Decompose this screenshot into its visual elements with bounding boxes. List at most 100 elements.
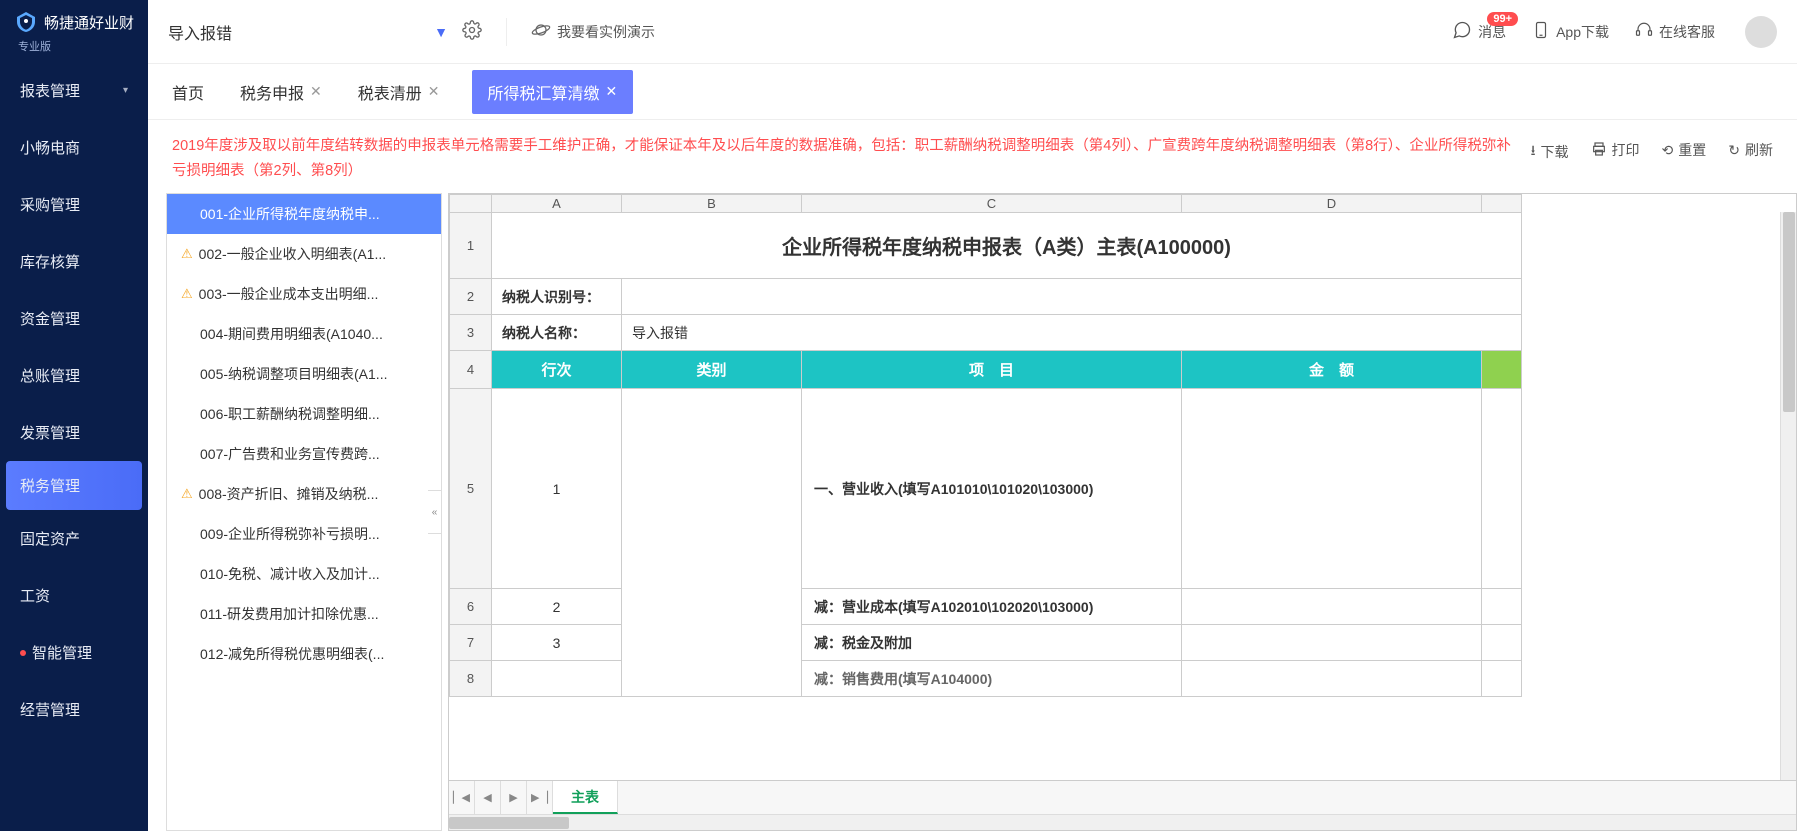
sidebar-item-5[interactable]: 总账管理 — [0, 347, 148, 404]
service-button[interactable]: 在线客服 — [1629, 21, 1721, 42]
taxname-label[interactable]: 纳税人名称： — [492, 315, 622, 351]
warning-icon: ⚠ — [181, 486, 193, 502]
form-item-11[interactable]: 012-减免所得税优惠明细表(... — [167, 634, 441, 674]
refresh-label: 刷新 — [1745, 140, 1773, 160]
cell-project[interactable]: 减：销售费用(填写A104000) — [802, 661, 1182, 697]
th-lineno[interactable]: 行次 — [492, 351, 622, 389]
sheet-nav-next[interactable]: ▶ — [501, 781, 527, 814]
demo-link[interactable]: 我要看实例演示 — [531, 20, 655, 43]
taxid-label[interactable]: 纳税人识别号： — [492, 279, 622, 315]
cell-extra[interactable] — [1482, 389, 1522, 589]
taxname-value[interactable]: 导入报错 — [622, 315, 1522, 351]
appdownload-button[interactable]: App下载 — [1526, 21, 1615, 42]
row-head[interactable]: 7 — [450, 625, 492, 661]
sheet-nav-prev[interactable]: ◀ — [475, 781, 501, 814]
row-head[interactable]: 2 — [450, 279, 492, 315]
warning-icon: ⚠ — [181, 286, 193, 302]
form-item-10[interactable]: 011-研发费用加计扣除优惠... — [167, 594, 441, 634]
sidebar-item-11[interactable]: 经营管理 — [0, 681, 148, 738]
form-item-4[interactable]: 005-纳税调整项目明细表(A1... — [167, 354, 441, 394]
row-head[interactable]: 8 — [450, 661, 492, 697]
cell-amount[interactable] — [1182, 389, 1482, 589]
brand-name: 畅捷通好业财 — [44, 12, 134, 33]
cell-project[interactable]: 减：税金及附加 — [802, 625, 1182, 661]
close-icon[interactable]: ✕ — [428, 83, 440, 100]
demo-label: 我要看实例演示 — [557, 22, 655, 42]
cell-amount[interactable] — [1182, 625, 1482, 661]
collapse-handle[interactable]: « — [428, 490, 442, 534]
sidebar-item-6[interactable]: 发票管理 — [0, 404, 148, 461]
form-item-7[interactable]: ⚠008-资产折旧、摊销及纳税... — [167, 474, 441, 514]
cell-lineno[interactable] — [492, 661, 622, 697]
cell-extra[interactable] — [1482, 625, 1522, 661]
sidebar-item-9[interactable]: 工资 — [0, 567, 148, 624]
row-head[interactable]: 3 — [450, 315, 492, 351]
row-head[interactable]: 5 — [450, 389, 492, 589]
form-item-2[interactable]: ⚠003-一般企业成本支出明细... — [167, 274, 441, 314]
download-button[interactable]: ⭳下载 — [1531, 140, 1569, 164]
vertical-scrollbar[interactable] — [1780, 212, 1796, 780]
sidebar-item-0[interactable]: 报表管理▾ — [0, 62, 148, 119]
cell-project[interactable]: 一、营业收入(填写A101010\101020\103000) — [802, 389, 1182, 589]
th-project[interactable]: 项 目 — [802, 351, 1182, 389]
gear-icon[interactable] — [462, 20, 482, 43]
tab-1[interactable]: 税务申报✕ — [236, 72, 326, 112]
sidebar-item-3[interactable]: 库存核算 — [0, 233, 148, 290]
sidebar-item-7[interactable]: 税务管理 — [6, 461, 142, 510]
form-item-9[interactable]: 010-免税、减计收入及加计... — [167, 554, 441, 594]
taxid-value[interactable] — [622, 279, 1522, 315]
cell-amount[interactable] — [1182, 661, 1482, 697]
tab-0[interactable]: 首页 — [168, 72, 208, 112]
cell-lineno[interactable]: 1 — [492, 389, 622, 589]
form-item-0[interactable]: 001-企业所得税年度纳税申... — [167, 194, 441, 234]
close-icon[interactable]: ✕ — [310, 83, 322, 100]
form-item-5[interactable]: 006-职工薪酬纳税调整明细... — [167, 394, 441, 434]
cell-extra[interactable] — [1482, 661, 1522, 697]
cell-category[interactable] — [622, 389, 802, 697]
sidebar-item-4[interactable]: 资金管理 — [0, 290, 148, 347]
breadcrumb[interactable]: 导入报错 ▼ — [168, 20, 448, 44]
form-item-8[interactable]: 009-企业所得税弥补亏损明... — [167, 514, 441, 554]
sidebar-item-8[interactable]: 固定资产 — [0, 510, 148, 567]
sheet-body[interactable]: A B C D 1 企业所得税年度纳税申报表（A类）主表(A100000) — [449, 194, 1796, 780]
sheet-nav-first[interactable]: ▏◀ — [449, 781, 475, 814]
tab-2[interactable]: 税表清册✕ — [354, 72, 444, 112]
col-head-b[interactable]: B — [622, 195, 802, 213]
sheet-title[interactable]: 企业所得税年度纳税申报表（A类）主表(A100000) — [492, 213, 1522, 279]
message-button[interactable]: 消息 99+ — [1446, 20, 1512, 43]
form-item-1[interactable]: ⚠002-一般企业收入明细表(A1... — [167, 234, 441, 274]
cell-project[interactable]: 减：营业成本(填写A102010\102020\103000) — [802, 589, 1182, 625]
th-amount[interactable]: 金 额 — [1182, 351, 1482, 389]
form-item-6[interactable]: 007-广告费和业务宣传费跨... — [167, 434, 441, 474]
cell-amount[interactable] — [1182, 589, 1482, 625]
col-head-e[interactable] — [1482, 195, 1522, 213]
col-head-d[interactable]: D — [1182, 195, 1482, 213]
form-item-3[interactable]: 004-期间费用明细表(A1040... — [167, 314, 441, 354]
reset-button[interactable]: ⟲重置 — [1662, 140, 1707, 160]
avatar[interactable] — [1745, 16, 1777, 48]
sheet-nav-last[interactable]: ▶▕ — [527, 781, 553, 814]
sheet-tab[interactable]: 主表 — [553, 781, 618, 814]
col-head-a[interactable]: A — [492, 195, 622, 213]
row-head[interactable]: 6 — [450, 589, 492, 625]
horizontal-scrollbar[interactable] — [449, 814, 1796, 830]
dot-icon — [20, 650, 26, 656]
cell-extra[interactable] — [1482, 589, 1522, 625]
corner-cell[interactable] — [450, 195, 492, 213]
cell-lineno[interactable]: 2 — [492, 589, 622, 625]
download-icon: ⭳ — [1531, 140, 1536, 164]
cell-lineno[interactable]: 3 — [492, 625, 622, 661]
col-head-c[interactable]: C — [802, 195, 1182, 213]
sidebar-item-1[interactable]: 小畅电商 — [0, 119, 148, 176]
chevron-down-icon[interactable]: ▼ — [434, 24, 448, 40]
th-category[interactable]: 类别 — [622, 351, 802, 389]
sidebar-item-10[interactable]: 智能管理 — [0, 624, 148, 681]
close-icon[interactable]: ✕ — [606, 83, 618, 100]
sidebar-item-2[interactable]: 采购管理 — [0, 176, 148, 233]
row-head[interactable]: 4 — [450, 351, 492, 389]
print-button[interactable]: 打印 — [1591, 140, 1640, 160]
th-extra[interactable] — [1482, 351, 1522, 389]
refresh-button[interactable]: ↻刷新 — [1728, 140, 1773, 160]
tab-3[interactable]: 所得税汇算清缴✕ — [472, 70, 634, 114]
row-head[interactable]: 1 — [450, 213, 492, 279]
